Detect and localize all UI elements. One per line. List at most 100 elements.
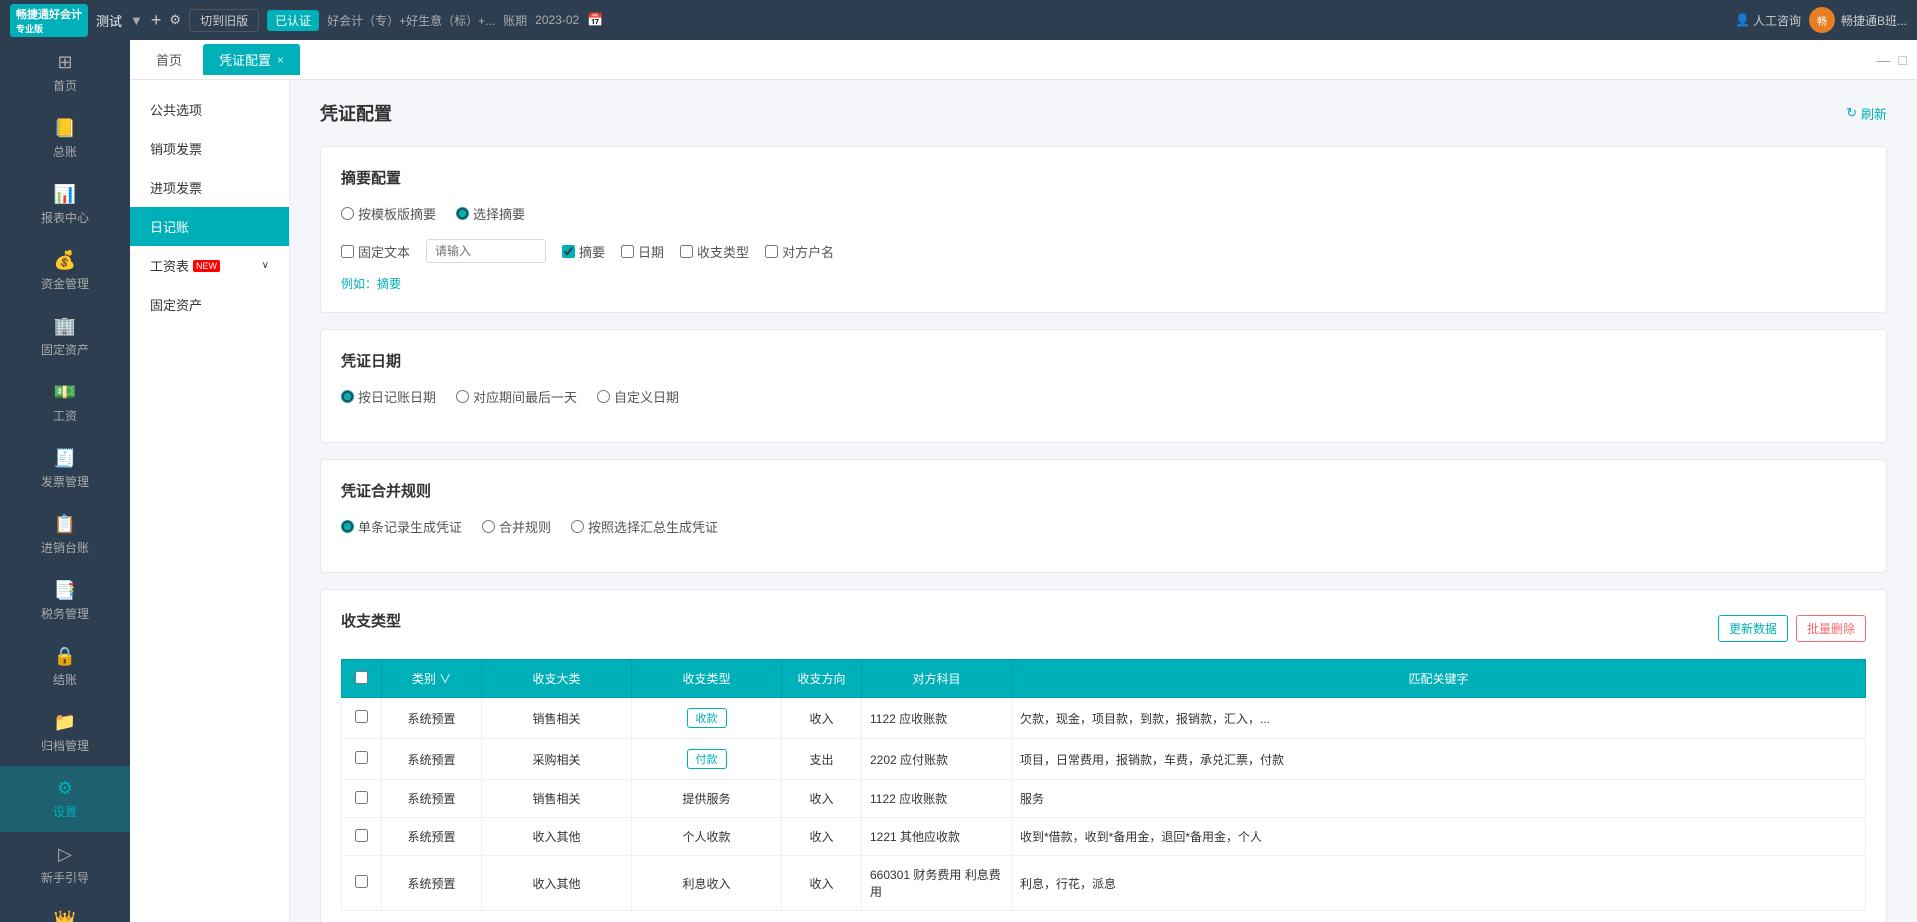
refresh-button[interactable]: ↻ 刷新 [1846, 104, 1887, 123]
sidebar-item-assets[interactable]: 🏢 固定资产 [0, 304, 130, 370]
example-text: 例如：摘要 [341, 275, 1866, 292]
sidebar-item-salary[interactable]: 💵 工资 [0, 370, 130, 436]
date-checkbox[interactable]: 日期 [621, 242, 664, 261]
period-last-radio[interactable]: 对应期间最后一天 [456, 387, 577, 406]
batch-delete-button[interactable]: 批量删除 [1796, 615, 1866, 642]
sidebar-item-settings[interactable]: ⚙ 设置 [0, 766, 130, 832]
sidebar-item-funds[interactable]: 💰 资金管理 [0, 238, 130, 304]
left-nav-journal[interactable]: 日记账 [130, 207, 289, 246]
pay-type-tag[interactable]: 收款 [687, 708, 727, 728]
certified-badge: 已认证 [267, 10, 319, 31]
summary-options-row: 固定文本 摘要 日期 收支类型 [341, 239, 1866, 263]
sidebar-item-purchase[interactable]: 📋 进销台账 [0, 502, 130, 568]
reports-icon: 📊 [54, 184, 76, 205]
row-checkbox[interactable] [355, 829, 368, 842]
th-account: 对方科目 [862, 660, 1012, 698]
sidebar-item-ledger[interactable]: 📒 总账 [0, 106, 130, 172]
company-name: 测试 [96, 11, 122, 30]
row-direction: 支出 [782, 739, 862, 780]
expand-icon[interactable]: ∨ [262, 260, 269, 271]
left-nav-fixed-assets[interactable]: 固定资产 [130, 285, 289, 324]
counterparty-checkbox[interactable]: 对方户名 [765, 242, 834, 261]
select-summary-radio[interactable]: 选择摘要 [456, 204, 525, 223]
row-checkbox-cell [342, 780, 382, 818]
left-nav-purchase-invoice[interactable]: 进项发票 [130, 168, 289, 207]
new-badge: NEW [193, 260, 220, 272]
row-checkbox[interactable] [355, 710, 368, 723]
sidebar-item-member[interactable]: 👑 畅会员 [0, 898, 130, 922]
fixed-text-input[interactable] [426, 239, 546, 263]
left-nav-salary-table[interactable]: 工资表 NEW ∨ [130, 246, 289, 285]
assets-icon: 🏢 [54, 316, 76, 337]
row-category: 系统预置 [382, 698, 482, 739]
user-name: 畅捷通B班... [1841, 12, 1907, 29]
journal-date-radio[interactable]: 按日记账日期 [341, 387, 436, 406]
refresh-icon: ↻ [1846, 105, 1857, 121]
page-header: 凭证配置 ↻ 刷新 [320, 100, 1887, 126]
row-category: 系统预置 [382, 739, 482, 780]
sidebar-item-guide[interactable]: ▷ 新手引导 [0, 832, 130, 898]
sidebar-label-assets: 固定资产 [41, 341, 89, 358]
left-nav: 公共选项 销项发票 进项发票 日记账 工资表 NEW ∨ [130, 80, 290, 922]
row-big-type: 收入其他 [482, 818, 632, 856]
pay-type-tag[interactable]: 付款 [687, 749, 727, 769]
select-total-radio[interactable]: 按照选择汇总生成凭证 [571, 517, 718, 536]
gear-icon[interactable]: ⚙ [169, 12, 181, 28]
person-icon: 👤 [1735, 13, 1750, 27]
minimize-button[interactable]: — [1877, 52, 1891, 68]
row-pay-type: 付款 [632, 739, 782, 780]
tab-home[interactable]: 首页 [140, 44, 198, 75]
home-icon: ⊞ [57, 52, 72, 73]
row-keyword: 服务 [1012, 780, 1866, 818]
help-button[interactable]: 👤 人工咨询 [1735, 12, 1801, 29]
update-data-button[interactable]: 更新数据 [1718, 615, 1788, 642]
custom-date-radio[interactable]: 自定义日期 [597, 387, 679, 406]
sidebar-item-close[interactable]: 🔒 结账 [0, 634, 130, 700]
row-big-type: 销售相关 [482, 780, 632, 818]
template-summary-radio[interactable]: 按模板版摘要 [341, 204, 436, 223]
period-label: 账期 [503, 12, 527, 29]
summary-section: 摘要配置 按模板版摘要 选择摘要 [320, 146, 1887, 313]
company-dropdown-icon[interactable]: ▼ [130, 13, 143, 28]
payment-type-checkbox[interactable]: 收支类型 [680, 242, 749, 261]
row-checkbox[interactable] [355, 751, 368, 764]
sidebar-item-reports[interactable]: 📊 报表中心 [0, 172, 130, 238]
row-checkbox[interactable] [355, 791, 368, 804]
row-checkbox[interactable] [355, 875, 368, 888]
merge-rule-radio[interactable]: 合并规则 [482, 517, 551, 536]
date-section-title: 凭证日期 [341, 350, 1866, 371]
sidebar-label-purchase: 进销台账 [41, 539, 89, 556]
select-all-checkbox[interactable] [355, 671, 368, 684]
close-tab-icon[interactable]: × [277, 53, 284, 67]
user-area[interactable]: 畅 畅捷通B班... [1809, 7, 1907, 33]
sidebar-item-archive[interactable]: 📁 归档管理 [0, 700, 130, 766]
tab-voucher-config[interactable]: 凭证配置 × [203, 44, 300, 75]
row-account: 1122 应收账款 [862, 698, 1012, 739]
invoice-icon: 🧾 [54, 448, 76, 469]
summary-checkbox[interactable]: 摘要 [562, 242, 605, 261]
table-action-buttons: 更新数据 批量删除 [1718, 615, 1866, 642]
sidebar-label-invoice: 发票管理 [41, 473, 89, 490]
close-period-icon: 🔒 [54, 646, 76, 667]
calendar-icon[interactable]: 📅 [587, 12, 603, 28]
sidebar-item-home[interactable]: ⊞ 首页 [0, 40, 130, 106]
add-button[interactable]: + [151, 10, 162, 31]
left-nav-public[interactable]: 公共选项 [130, 90, 289, 129]
sidebar-label-salary: 工资 [53, 407, 77, 424]
fixed-text-checkbox[interactable]: 固定文本 [341, 242, 410, 261]
merge-radio-group: 单条记录生成凭证 合并规则 按照选择汇总生成凭证 [341, 517, 1866, 536]
sidebar-item-invoice[interactable]: 🧾 发票管理 [0, 436, 130, 502]
table-row: 系统预置 销售相关 收款 收入 1122 应收账款 欠款，现金，项目款，到款，报… [342, 698, 1866, 739]
row-big-type: 收入其他 [482, 856, 632, 911]
single-voucher-radio[interactable]: 单条记录生成凭证 [341, 517, 462, 536]
sidebar-item-tax[interactable]: 📑 税务管理 [0, 568, 130, 634]
row-pay-type: 收款 [632, 698, 782, 739]
version-toggle-button[interactable]: 切到旧版 [189, 9, 259, 32]
page-title: 凭证配置 [320, 100, 392, 126]
maximize-button[interactable]: □ [1899, 52, 1907, 68]
row-pay-type: 提供服务 [632, 780, 782, 818]
left-nav-sales-invoice[interactable]: 销项发票 [130, 129, 289, 168]
row-pay-type: 个人收款 [632, 818, 782, 856]
row-direction: 收入 [782, 698, 862, 739]
th-category[interactable]: 类别 ∨ [382, 660, 482, 698]
